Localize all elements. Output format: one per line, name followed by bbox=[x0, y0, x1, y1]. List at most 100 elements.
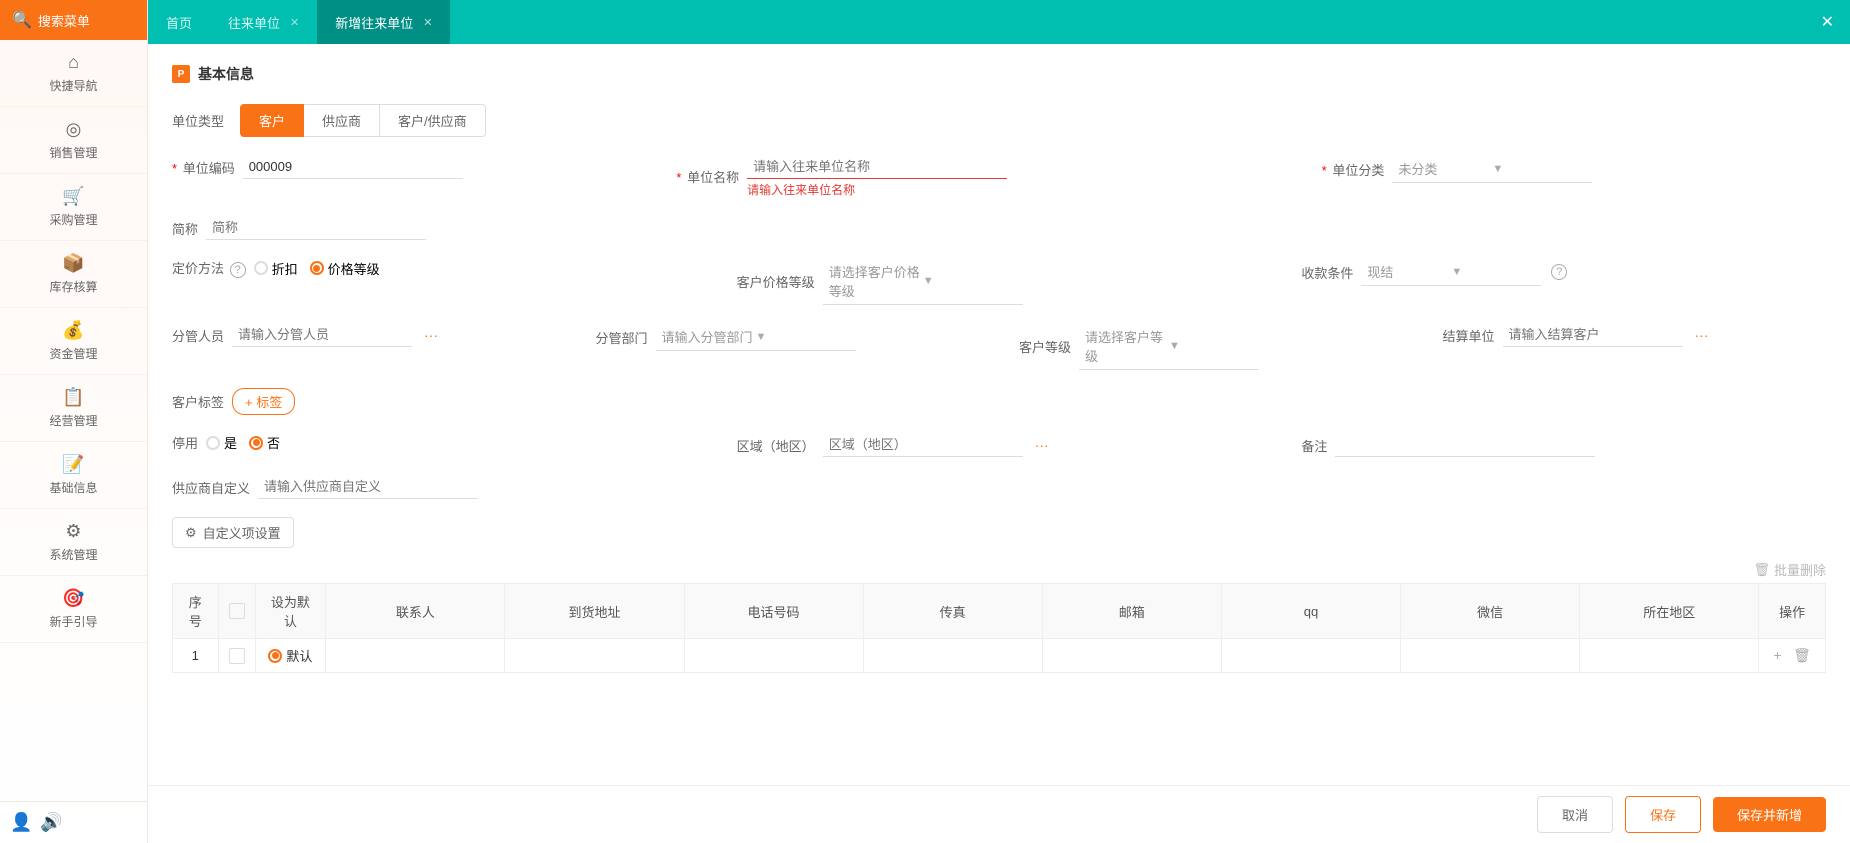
type-btn-supplier[interactable]: 供应商 bbox=[303, 104, 380, 137]
contact-input[interactable] bbox=[336, 648, 494, 663]
td-location[interactable] bbox=[1580, 639, 1759, 673]
dept-select[interactable]: 请输入分管部门 ▼ bbox=[656, 323, 856, 351]
td-email[interactable] bbox=[1042, 639, 1221, 673]
notes-input[interactable] bbox=[1335, 433, 1595, 457]
row-delete-button[interactable]: 🗑 bbox=[1789, 645, 1815, 666]
radio-disabled-yes[interactable]: 是 bbox=[206, 433, 237, 452]
radio-discount[interactable]: 折扣 bbox=[254, 259, 298, 278]
settle-input[interactable] bbox=[1503, 323, 1683, 347]
sidebar-item-basic-info[interactable]: 📝 基础信息 bbox=[0, 442, 147, 509]
tags-label: 客户标签 bbox=[172, 392, 224, 411]
chevron-down-icon: ▼ bbox=[756, 331, 850, 343]
name-input[interactable] bbox=[747, 155, 1007, 179]
th-fax: 传真 bbox=[863, 584, 1042, 639]
category-select[interactable]: 未分类 ▼ bbox=[1392, 155, 1592, 183]
customer-level-placeholder: 请选择客户等级 bbox=[1085, 327, 1169, 365]
cancel-button[interactable]: 取消 bbox=[1537, 796, 1613, 833]
manager-label: 分管人员 bbox=[172, 326, 224, 345]
code-label: * 单位编码 bbox=[172, 158, 235, 177]
search-menu[interactable]: 🔍 搜索菜单 bbox=[0, 0, 147, 40]
sidebar-item-purchase[interactable]: 🛒 采购管理 bbox=[0, 174, 147, 241]
row-add-button[interactable]: + bbox=[1769, 645, 1785, 665]
tab-partners-close[interactable]: ✕ bbox=[290, 16, 299, 29]
type-btn-customer[interactable]: 客户 bbox=[240, 104, 304, 137]
custom-setting-button[interactable]: ⚙ 自定义项设置 bbox=[172, 517, 294, 548]
email-input[interactable] bbox=[1053, 648, 1211, 663]
payment-select[interactable]: 现结 ▼ bbox=[1361, 258, 1541, 286]
manager-more-icon[interactable]: ··· bbox=[424, 327, 438, 343]
customer-price-placeholder: 请选择客户价格等级 bbox=[829, 262, 923, 300]
pricing-label: 定价方法 ? bbox=[172, 258, 246, 278]
sidebar-item-label: 库存核算 bbox=[49, 278, 97, 295]
manager-input[interactable] bbox=[232, 323, 412, 347]
field-region: 区域（地区） ··· bbox=[737, 433, 1262, 457]
chevron-down-icon: ▼ bbox=[923, 275, 1017, 287]
tab-partners[interactable]: 往来单位 ✕ bbox=[210, 0, 317, 44]
save-button[interactable]: 保存 bbox=[1625, 796, 1701, 833]
sidebar-item-label: 经营管理 bbox=[49, 412, 97, 429]
shortcuts-icon: ⌂ bbox=[68, 52, 79, 73]
abbr-input[interactable] bbox=[206, 216, 426, 240]
sidebar-item-sales[interactable]: ◎ 销售管理 bbox=[0, 107, 147, 174]
td-checkbox[interactable] bbox=[218, 639, 255, 673]
type-btn-both[interactable]: 客户/供应商 bbox=[379, 104, 486, 137]
th-email: 邮箱 bbox=[1042, 584, 1221, 639]
field-dept: 分管部门 请输入分管部门 ▼ bbox=[596, 323, 980, 351]
batch-delete-icon: 🗑 bbox=[1753, 562, 1770, 578]
phone-input[interactable] bbox=[695, 648, 853, 663]
radio-price-level[interactable]: 价格等级 bbox=[310, 259, 380, 278]
customer-price-select[interactable]: 请选择客户价格等级 ▼ bbox=[823, 258, 1023, 305]
tab-home[interactable]: 首页 bbox=[148, 0, 210, 44]
add-tag-button[interactable]: + 标签 bbox=[232, 388, 295, 415]
sidebar-item-label: 新手引导 bbox=[49, 613, 97, 630]
form-row-disabled: 停用 是 否 区域（地区） ··· bbox=[172, 433, 1826, 457]
td-row-actions: + 🗑 bbox=[1759, 639, 1826, 673]
search-menu-label: 搜索菜单 bbox=[38, 11, 90, 30]
radio-no-circle bbox=[249, 436, 263, 450]
field-notes: 备注 bbox=[1301, 433, 1826, 457]
supplier-custom-input[interactable] bbox=[258, 475, 478, 499]
field-name: * 单位名称 请输入往来单位名称 bbox=[676, 155, 1281, 198]
customer-level-select[interactable]: 请选择客户等级 ▼ bbox=[1079, 323, 1259, 370]
code-input[interactable] bbox=[243, 155, 463, 179]
th-address: 到货地址 bbox=[505, 584, 684, 639]
wechat-input[interactable] bbox=[1411, 648, 1569, 663]
field-customer-price: 客户价格等级 请选择客户价格等级 ▼ bbox=[737, 258, 1262, 305]
td-fax[interactable] bbox=[863, 639, 1042, 673]
address-input[interactable] bbox=[515, 648, 673, 663]
form-row-1: * 单位编码 * 单位名称 请输入往来单位名称 * 单位分类 bbox=[172, 155, 1826, 198]
td-wechat[interactable] bbox=[1401, 639, 1580, 673]
td-phone[interactable] bbox=[684, 639, 863, 673]
pricing-help-icon[interactable]: ? bbox=[230, 262, 246, 278]
save-new-button[interactable]: 保存并新增 bbox=[1713, 797, 1826, 832]
payment-help-icon[interactable]: ? bbox=[1551, 264, 1567, 280]
qq-input[interactable] bbox=[1232, 648, 1390, 663]
td-contact[interactable] bbox=[326, 639, 505, 673]
tab-new-partner-close[interactable]: ✕ bbox=[423, 16, 432, 29]
sidebar-item-guide[interactable]: 🎯 新手引导 bbox=[0, 576, 147, 643]
sidebar-item-label: 基础信息 bbox=[49, 479, 97, 496]
settle-more-icon[interactable]: ··· bbox=[1695, 327, 1709, 343]
sidebar-item-inventory[interactable]: 📦 库存核算 bbox=[0, 241, 147, 308]
unit-type-row: 单位类型 客户 供应商 客户/供应商 bbox=[172, 104, 1826, 137]
batch-delete-area: 🗑 批量删除 bbox=[172, 560, 1826, 579]
sidebar-item-finance[interactable]: 💰 资金管理 bbox=[0, 308, 147, 375]
region-input[interactable] bbox=[823, 433, 1023, 457]
location-input[interactable] bbox=[1590, 648, 1748, 663]
sidebar-item-operations[interactable]: 📋 经营管理 bbox=[0, 375, 147, 442]
sidebar-item-shortcuts[interactable]: ⌂ 快捷导航 bbox=[0, 40, 147, 107]
td-address[interactable] bbox=[505, 639, 684, 673]
tab-new-partner-label: 新增往来单位 bbox=[335, 13, 413, 32]
batch-delete-label[interactable]: 批量删除 bbox=[1774, 560, 1826, 579]
window-close-button[interactable]: ✕ bbox=[1805, 12, 1850, 32]
th-checkbox bbox=[218, 584, 255, 639]
finance-icon: 💰 bbox=[62, 320, 84, 341]
fax-input[interactable] bbox=[874, 648, 1032, 663]
tab-new-partner[interactable]: 新增往来单位 ✕ bbox=[317, 0, 450, 44]
radio-default[interactable]: 默认 bbox=[266, 646, 316, 665]
radio-disabled-no[interactable]: 否 bbox=[249, 433, 280, 452]
sidebar-item-label: 资金管理 bbox=[49, 345, 97, 362]
sidebar-item-system[interactable]: ⚙ 系统管理 bbox=[0, 509, 147, 576]
region-more-icon[interactable]: ··· bbox=[1035, 437, 1049, 453]
td-qq[interactable] bbox=[1221, 639, 1400, 673]
